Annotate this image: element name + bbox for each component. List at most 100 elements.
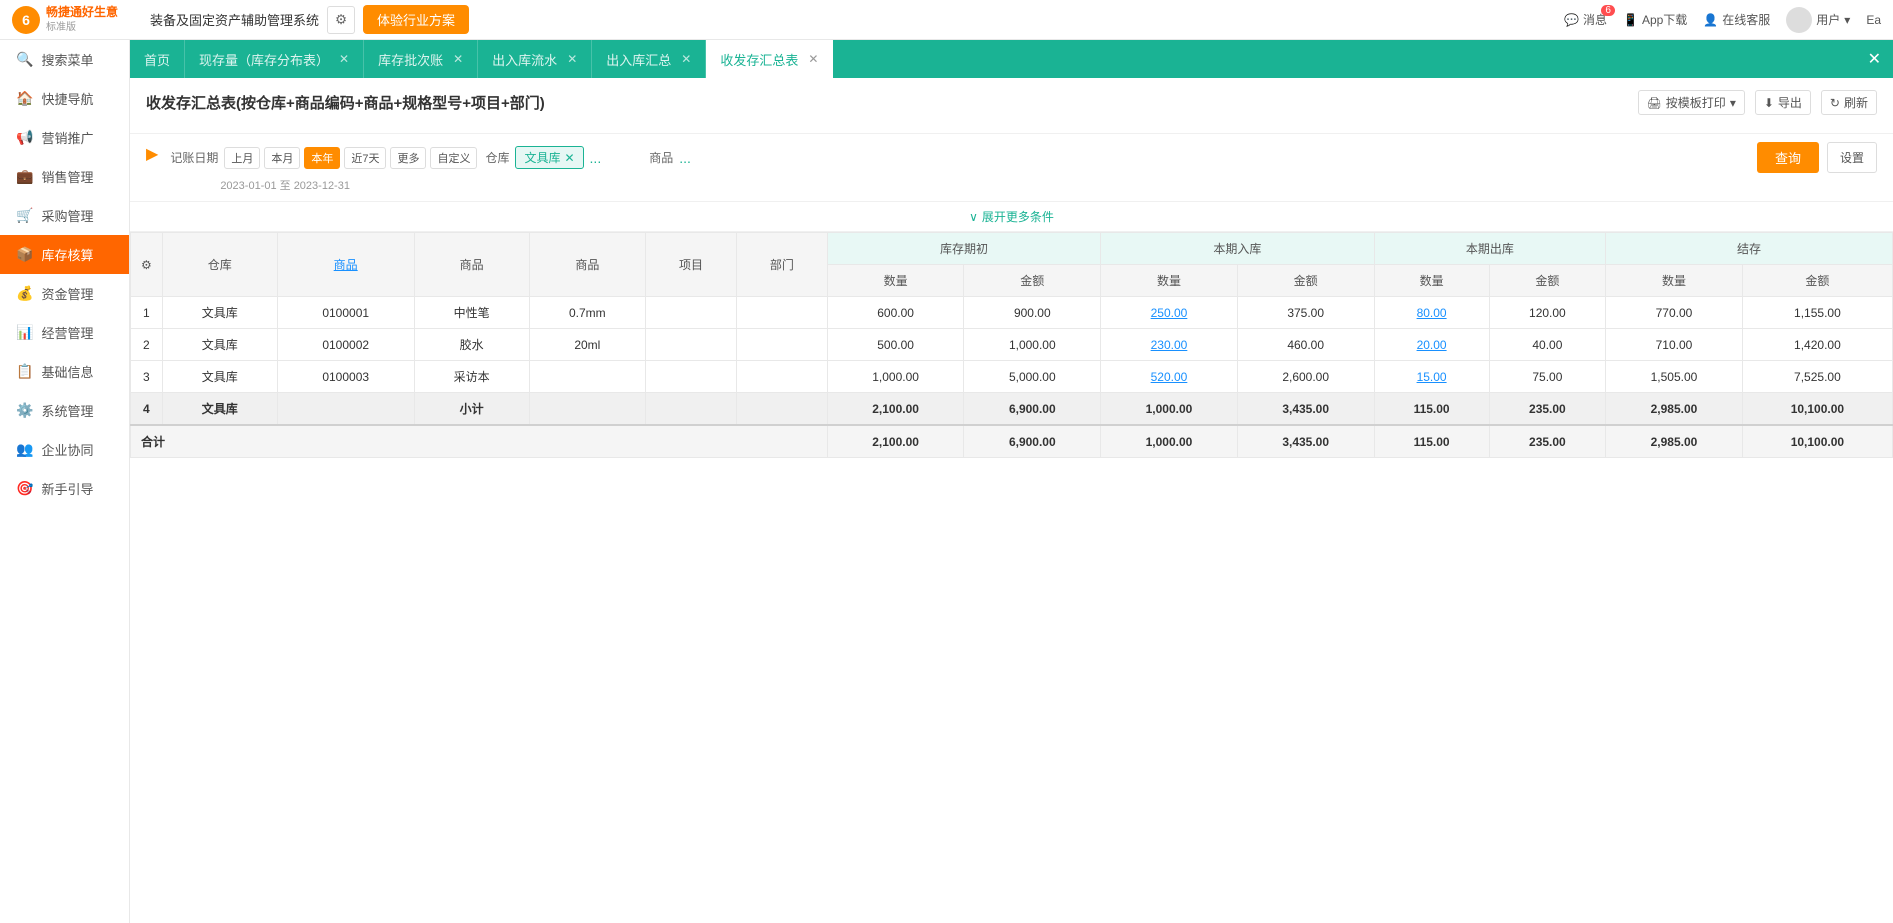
row-out-amt-2: 75.00 (1489, 361, 1605, 393)
dept-col-header: 部门 (736, 233, 827, 297)
tab-close-3[interactable]: ✕ (567, 52, 577, 66)
tab-4[interactable]: 出入库汇总✕ (592, 40, 706, 78)
tab-5[interactable]: 收发存汇总表✕ (706, 40, 833, 78)
trial-button[interactable]: 体验行业方案 (363, 5, 469, 34)
sidebar-item-11[interactable]: 🎯新手引导 (0, 469, 129, 508)
notification-item[interactable]: 💬 消息 6 (1564, 11, 1607, 28)
row-open-amt-1: 1,000.00 (964, 329, 1101, 361)
user-item[interactable]: 用户 ▾ (1786, 7, 1850, 33)
sidebar-item-1[interactable]: 🏠快捷导航 (0, 79, 129, 118)
print-icon: 🖨 (1647, 96, 1662, 110)
footer-bal-amt: 10,100.00 (1742, 425, 1892, 458)
row-bal-qty-0: 770.00 (1606, 297, 1743, 329)
top-bar-system: 装备及固定资产辅助管理系统 ⚙ 体验行业方案 (142, 5, 1564, 34)
date-shortcut-本月[interactable]: 本月 (264, 147, 300, 169)
row-in-qty-1[interactable]: 230.00 (1101, 329, 1238, 361)
date-shortcut-本年[interactable]: 本年 (304, 147, 340, 169)
row-bal-qty-2: 1,505.00 (1606, 361, 1743, 393)
row-in-amt-1: 460.00 (1237, 329, 1374, 361)
query-button[interactable]: 查询 (1757, 142, 1819, 173)
expand-more-button[interactable]: ∨ 展开更多条件 (969, 208, 1054, 225)
online-service-item[interactable]: 👤 在线客服 (1703, 11, 1770, 28)
row-open-amt-3: 6,900.00 (964, 393, 1101, 426)
gear-button[interactable]: ⚙ (327, 6, 355, 34)
settings-col-header: ⚙ (131, 233, 163, 297)
system-name: 装备及固定资产辅助管理系统 (150, 10, 319, 29)
in-amt-header: 金额 (1237, 265, 1374, 297)
export-button[interactable]: ⬇ 导出 (1755, 90, 1811, 115)
tab-bar-close[interactable]: ✕ (1856, 49, 1893, 69)
tab-label-2: 库存批次账 (378, 50, 443, 69)
tab-bar: 首页现存量（库存分布表）✕库存批次账✕出入库流水✕出入库汇总✕收发存汇总表✕ ✕ (130, 40, 1893, 78)
row-in-qty-3: 1,000.00 (1101, 393, 1238, 426)
row-out-amt-3: 235.00 (1489, 393, 1605, 426)
name-col-header: 商品 (414, 233, 529, 297)
sidebar-label-2: 营销推广 (41, 128, 93, 147)
app-download-item[interactable]: 📱 App下载 (1623, 11, 1687, 28)
sidebar-item-9[interactable]: ⚙️系统管理 (0, 391, 129, 430)
tab-3[interactable]: 出入库流水 ✕ (478, 40, 592, 78)
row-no-2: 3 (131, 361, 163, 393)
sidebar-item-6[interactable]: 💰资金管理 (0, 274, 129, 313)
goods-more-button[interactable]: ... (679, 150, 691, 166)
row-out-qty-1[interactable]: 20.00 (1374, 329, 1489, 361)
sidebar-item-0[interactable]: 🔍 搜索菜单 (0, 40, 129, 79)
sidebar-icon-10: 👥 (16, 441, 33, 458)
table-row: 4 文具库 小计 2,100.00 6,900.00 1,000.00 3,43… (131, 393, 1893, 426)
date-shortcut-上月[interactable]: 上月 (224, 147, 260, 169)
sidebar-item-4[interactable]: 🛒采购管理 (0, 196, 129, 235)
row-dept-0 (736, 297, 827, 329)
row-project-2 (646, 361, 737, 393)
warehouse-more-button[interactable]: ... (590, 150, 602, 166)
refresh-icon: ↻ (1830, 96, 1840, 110)
tab-close-1[interactable]: ✕ (339, 52, 349, 66)
date-shortcut-更多[interactable]: 更多 (390, 147, 426, 169)
sidebar-icon-3: 💼 (16, 168, 33, 185)
sidebar-icon-2: 📢 (16, 129, 33, 146)
out-qty-header: 数量 (1374, 265, 1489, 297)
row-in-amt-3: 3,435.00 (1237, 393, 1374, 426)
date-shortcut-自定义[interactable]: 自定义 (430, 147, 477, 169)
sidebar-item-8[interactable]: 📋基础信息 (0, 352, 129, 391)
tab-close-2[interactable]: ✕ (453, 52, 463, 66)
sidebar-item-5[interactable]: 📦库存核算 (0, 235, 129, 274)
sidebar-item-10[interactable]: 👥企业协同 (0, 430, 129, 469)
tab-2[interactable]: 库存批次账 ✕ (364, 40, 478, 78)
row-bal-qty-1: 710.00 (1606, 329, 1743, 361)
row-out-qty-0[interactable]: 80.00 (1374, 297, 1489, 329)
row-open-amt-0: 900.00 (964, 297, 1101, 329)
open-qty-header: 数量 (827, 265, 964, 297)
row-bal-amt-2: 7,525.00 (1742, 361, 1892, 393)
code-col-header: 商品 (277, 233, 414, 297)
tab-label-0: 首页 (144, 50, 170, 69)
warehouse-remove-icon[interactable]: ✕ (564, 151, 574, 165)
chevron-down-icon: ∨ (969, 210, 978, 224)
sidebar-label-0: 搜索菜单 (41, 50, 93, 69)
sidebar-item-3[interactable]: 💼销售管理 (0, 157, 129, 196)
tab-close-5[interactable]: ✕ (808, 52, 818, 66)
print-button[interactable]: 🖨 按模板打印 ▾ (1638, 90, 1745, 115)
date-shortcut-近7天[interactable]: 近7天 (344, 147, 386, 169)
sidebar-icon-0: 🔍 (16, 51, 33, 68)
sidebar-item-7[interactable]: 📊经营管理 (0, 313, 129, 352)
row-out-qty-2[interactable]: 15.00 (1374, 361, 1489, 393)
top-bar-right: 💬 消息 6 📱 App下载 👤 在线客服 用户 ▾ Ea (1564, 7, 1881, 33)
row-out-qty-3: 115.00 (1374, 393, 1489, 426)
sidebar-label-1: 快捷导航 (41, 89, 93, 108)
warehouse-col-header: 仓库 (162, 233, 277, 297)
filter-arrow-icon[interactable]: ▶ (146, 144, 158, 164)
sidebar-icon-9: ⚙️ (16, 402, 33, 419)
tab-1[interactable]: 现存量（库存分布表）✕ (185, 40, 364, 78)
row-warehouse-3: 文具库 (162, 393, 277, 426)
footer-open-amt: 6,900.00 (964, 425, 1101, 458)
row-code-2: 0100003 (277, 361, 414, 393)
tab-0[interactable]: 首页 (130, 40, 185, 78)
tab-label-3: 出入库流水 (492, 50, 557, 69)
settings-button[interactable]: 设置 (1827, 142, 1877, 173)
refresh-button[interactable]: ↻ 刷新 (1821, 90, 1877, 115)
tab-close-4[interactable]: ✕ (681, 52, 691, 66)
row-in-qty-0[interactable]: 250.00 (1101, 297, 1238, 329)
row-name-1: 胶水 (414, 329, 529, 361)
sidebar-item-2[interactable]: 📢 营销推广 (0, 118, 129, 157)
row-in-qty-2[interactable]: 520.00 (1101, 361, 1238, 393)
